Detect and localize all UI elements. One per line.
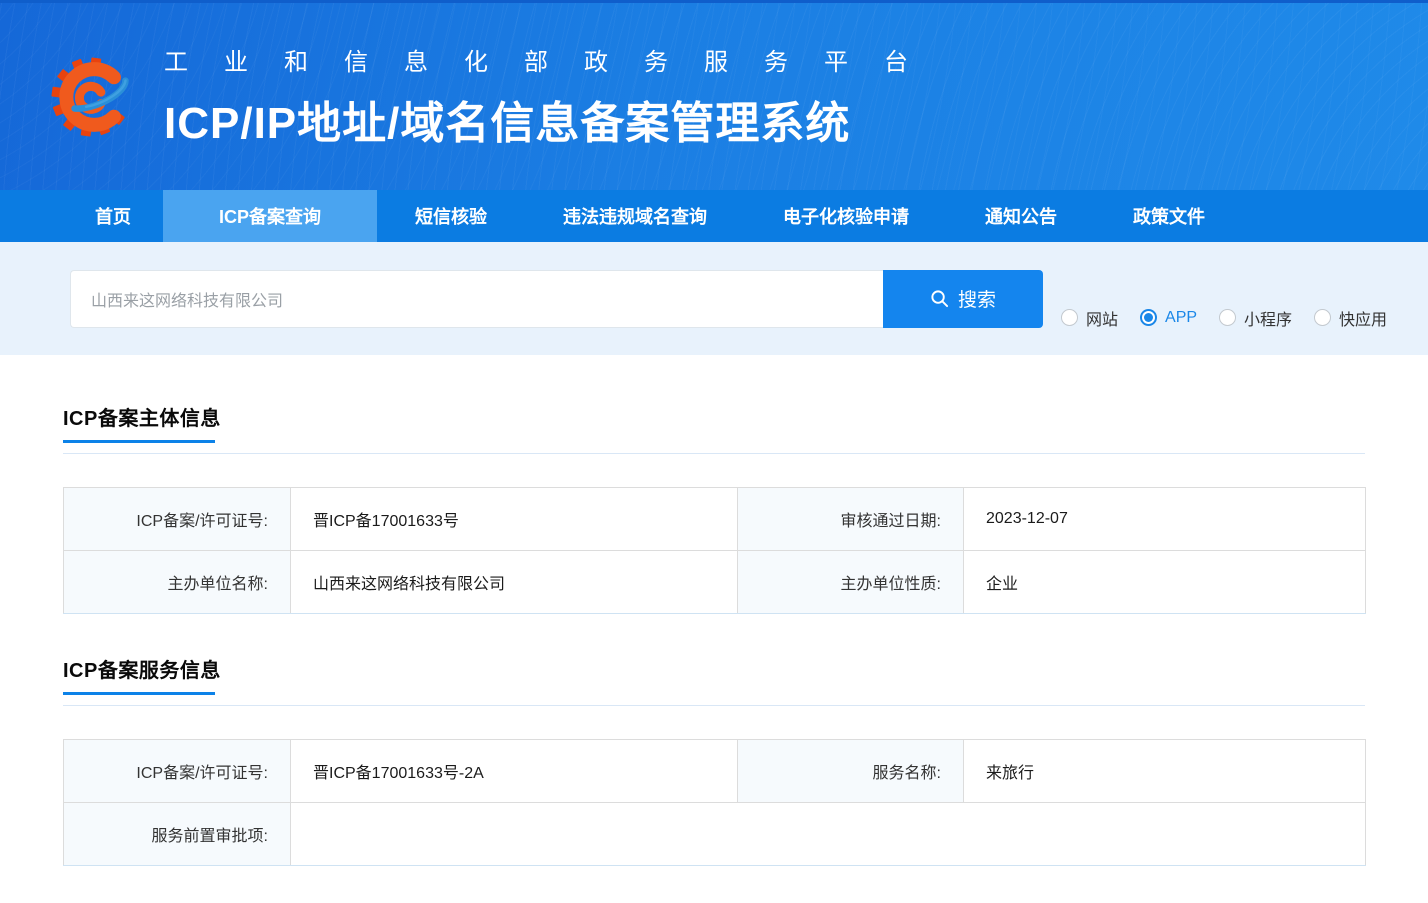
subject-info-section: ICP备案主体信息 ICP备案/许可证号: 晋ICP备17001633号 审核通… [63,402,1366,614]
radio-miniprogram[interactable]: 小程序 [1219,306,1292,330]
section-divider [63,705,1365,706]
radio-quickapp[interactable]: 快应用 [1314,306,1387,330]
approve-date-value: 2023-12-07 [963,487,1366,551]
org-nature-label: 主办单位性质: [737,550,964,614]
search-type-radios: 网站 APP 小程序 快应用 [1061,306,1387,330]
radio-website-label: 网站 [1086,311,1119,329]
icp-license-label: ICP备案/许可证号: [63,487,291,551]
pre-approval-value [290,802,1366,866]
radio-app[interactable]: APP [1140,309,1197,327]
search-section: 搜索 网站 APP 小程序 快应用 [0,242,1428,355]
section-divider [63,453,1365,454]
nav-item-illegal-domain[interactable]: 违法违规域名查询 [525,190,745,242]
service-section-title: ICP备案服务信息 [63,660,221,682]
search-icon [931,290,949,308]
radio-circle-icon [1061,309,1078,326]
icp-license-value: 晋ICP备17001633号 [290,487,738,551]
org-name-value: 山西来这网络科技有限公司 [290,550,738,614]
radio-app-label: APP [1165,308,1198,326]
nav-item-home[interactable]: 首页 [63,190,163,242]
table-row: 主办单位名称: 山西来这网络科技有限公司 主办单位性质: 企业 [63,550,1366,614]
service-name-value: 来旅行 [963,739,1366,803]
title-underline [63,692,215,695]
main-content: ICP备案主体信息 ICP备案/许可证号: 晋ICP备17001633号 审核通… [0,355,1428,866]
table-row: 服务前置审批项: [63,802,1366,866]
org-nature-value: 企业 [963,550,1366,614]
search-button[interactable]: 搜索 [883,269,1043,328]
radio-miniprogram-label: 小程序 [1244,311,1293,329]
service-license-label: ICP备案/许可证号: [63,739,291,803]
nav-item-notices[interactable]: 通知公告 [947,190,1095,242]
radio-circle-icon [1314,309,1332,326]
service-info-section: ICP备案服务信息 ICP备案/许可证号: 晋ICP备17001633号-2A … [63,654,1366,866]
search-button-label: 搜索 [957,290,996,311]
subject-section-title: ICP备案主体信息 [63,408,221,430]
table-row: ICP备案/许可证号: 晋ICP备17001633号-2A 服务名称: 来旅行 [63,739,1366,803]
nav-item-policy-files[interactable]: 政策文件 [1095,190,1243,242]
radio-quickapp-label: 快应用 [1339,311,1388,329]
system-title: ICP/IP地址/域名信息备案管理系统 [164,99,851,148]
radio-circle-icon [1140,309,1158,326]
search-input[interactable] [70,269,883,328]
approve-date-label: 审核通过日期: [737,487,964,551]
service-name-label: 服务名称: [737,739,964,803]
main-nav: 首页 ICP备案查询 短信核验 违法违规域名查询 电子化核验申请 通知公告 政策… [0,190,1428,242]
title-underline [63,440,215,443]
platform-title: 工业和信息化部政务服务平台 [164,49,944,76]
radio-website[interactable]: 网站 [1061,306,1118,330]
subject-info-table: ICP备案/许可证号: 晋ICP备17001633号 审核通过日期: 2023-… [63,487,1366,614]
service-info-table: ICP备案/许可证号: 晋ICP备17001633号-2A 服务名称: 来旅行 … [63,739,1366,866]
service-license-value: 晋ICP备17001633号-2A [290,739,738,803]
page-header: 工业和信息化部政务服务平台 ICP/IP地址/域名信息备案管理系统 [0,0,1428,190]
radio-circle-icon [1219,309,1237,326]
nav-item-icp-query[interactable]: ICP备案查询 [163,190,378,242]
nav-item-sms-verify[interactable]: 短信核验 [377,190,525,242]
pre-approval-label: 服务前置审批项: [63,802,291,866]
miit-gear-logo-icon [51,56,129,137]
org-name-label: 主办单位名称: [63,550,291,614]
table-row: ICP备案/许可证号: 晋ICP备17001633号 审核通过日期: 2023-… [63,487,1366,551]
nav-item-e-verify-apply[interactable]: 电子化核验申请 [745,190,947,242]
